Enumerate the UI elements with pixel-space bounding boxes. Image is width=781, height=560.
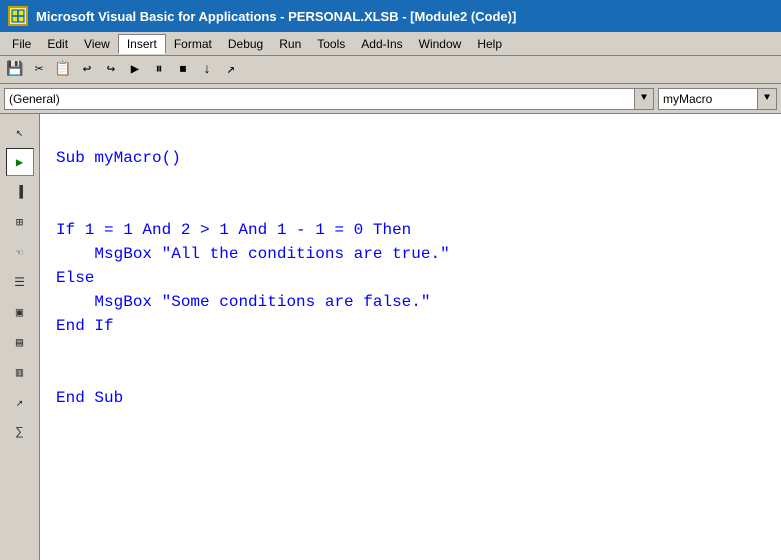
general-dropdown[interactable]: (General) [4, 88, 635, 110]
code-line-if: If 1 = 1 And 2 > 1 And 1 - 1 = 0 Then [56, 218, 765, 242]
toolbar-btn-10[interactable]: ↗ [220, 59, 242, 81]
menu-debug[interactable]: Debug [220, 35, 271, 53]
export-icon[interactable]: ↗ [6, 388, 34, 416]
menu-format[interactable]: Format [166, 35, 220, 53]
menu-run[interactable]: Run [271, 35, 309, 53]
dropdown-bar: (General) ▼ myMacro ▼ [0, 84, 781, 114]
code-line-msgbox2: MsgBox "Some conditions are false." [56, 290, 765, 314]
menu-view[interactable]: View [76, 35, 118, 53]
hand-icon[interactable]: ☜ [6, 238, 34, 266]
code-line-empty-1 [56, 122, 765, 146]
code-editor[interactable]: Sub myMacro() If 1 = 1 And 2 > 1 And 1 -… [40, 114, 781, 560]
grid-icon[interactable]: ⊞ [6, 208, 34, 236]
window-title: Microsoft Visual Basic for Applications … [36, 9, 773, 24]
code-line-endsub: End Sub [56, 386, 765, 410]
image-icon[interactable]: ▣ [6, 298, 34, 326]
code-line-empty-4 [56, 338, 765, 362]
code-line-sub: Sub myMacro() [56, 146, 765, 170]
code-line-empty-5 [56, 362, 765, 386]
toolbar-btn-4[interactable]: ↩ [76, 59, 98, 81]
toolbar-btn-8[interactable]: ⏹ [172, 59, 194, 81]
toolbar-btn-5[interactable]: ↪ [100, 59, 122, 81]
sheet-icon[interactable]: ▥ [6, 358, 34, 386]
menu-edit[interactable]: Edit [39, 35, 76, 53]
left-sidebar: ↖ ▶ ▐ ⊞ ☜ ☰ ▣ ▤ ▥ ↗ ∑ [0, 114, 40, 560]
cursor-icon[interactable]: ↖ [6, 118, 34, 146]
toolbar-btn-7[interactable]: ⏸ [148, 59, 170, 81]
menu-window[interactable]: Window [411, 35, 470, 53]
sigma-icon[interactable]: ∑ [6, 418, 34, 446]
toolbar-btn-6[interactable]: ▶ [124, 59, 146, 81]
code-line-else: Else [56, 266, 765, 290]
macro-dropdown-value: myMacro [663, 92, 712, 106]
code-line-empty-3 [56, 194, 765, 218]
run-icon[interactable]: ▶ [6, 148, 34, 176]
menu-bar: File Edit View Insert Format Debug Run T… [0, 32, 781, 56]
general-dropdown-arrow[interactable]: ▼ [634, 88, 654, 110]
bar-chart-icon[interactable]: ▐ [6, 178, 34, 206]
menu-file[interactable]: File [4, 35, 39, 53]
list-icon[interactable]: ☰ [6, 268, 34, 296]
menu-tools[interactable]: Tools [309, 35, 353, 53]
menu-insert[interactable]: Insert [118, 34, 166, 54]
toolbar-btn-2[interactable]: ✂ [28, 59, 50, 81]
code-line-endif: End If [56, 314, 765, 338]
title-bar: Microsoft Visual Basic for Applications … [0, 0, 781, 32]
code-line-msgbox1: MsgBox "All the conditions are true." [56, 242, 765, 266]
code-line-empty-2 [56, 170, 765, 194]
menu-help[interactable]: Help [469, 35, 510, 53]
toolbar-btn-3[interactable]: 📋 [52, 59, 74, 81]
toolbar-btn-1[interactable]: 💾 [4, 59, 26, 81]
toolbar-btn-9[interactable]: ↓ [196, 59, 218, 81]
main-content: (General) ▼ myMacro ▼ ↖ ▶ ▐ ⊞ ☜ ☰ ▣ ▤ ▥ … [0, 84, 781, 560]
menu-addins[interactable]: Add-Ins [353, 35, 410, 53]
toolbar: 💾 ✂ 📋 ↩ ↪ ▶ ⏸ ⏹ ↓ ↗ [0, 56, 781, 84]
app-icon [8, 6, 28, 26]
macro-dropdown-arrow[interactable]: ▼ [757, 88, 777, 110]
form-icon[interactable]: ▤ [6, 328, 34, 356]
